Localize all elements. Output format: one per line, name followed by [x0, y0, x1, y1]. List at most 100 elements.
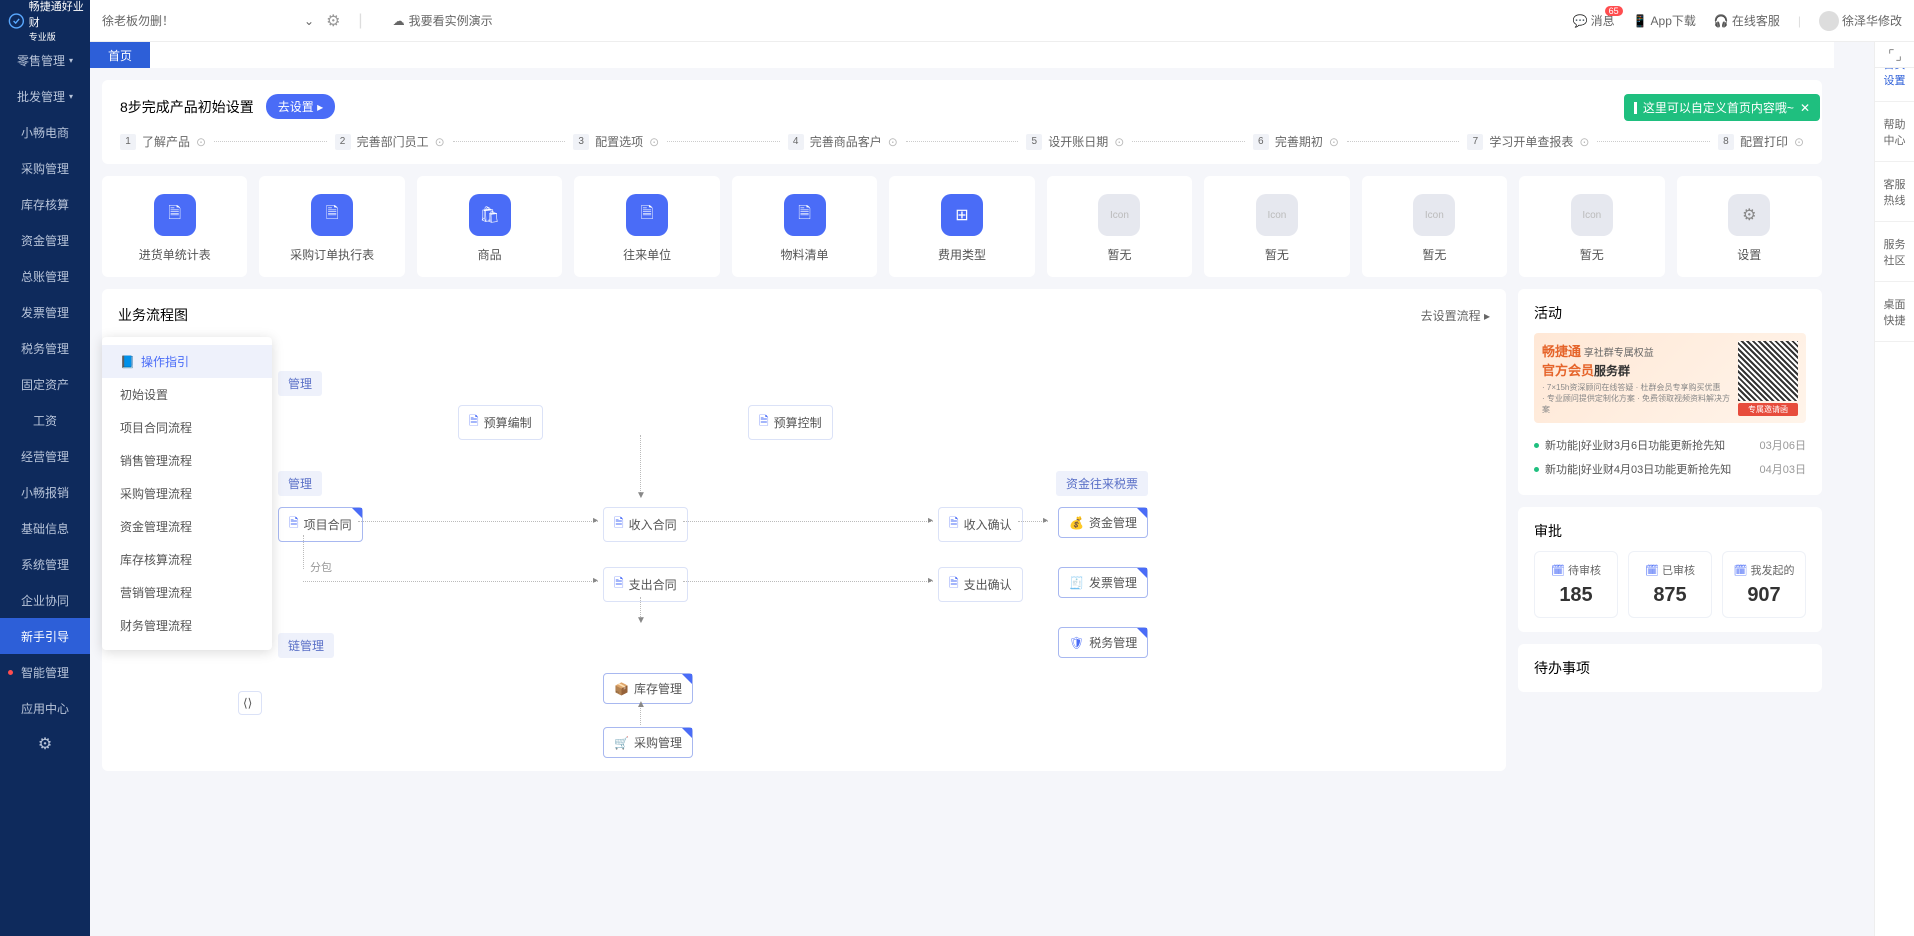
sidebar-item[interactable]: 系统管理: [0, 546, 90, 582]
go-setup-button[interactable]: 去设置 ▸: [266, 94, 335, 119]
setup-step[interactable]: 3配置选项⊙: [573, 133, 659, 150]
shortcut-label: 采购订单执行表: [290, 246, 374, 263]
popup-item[interactable]: 项目合同流程: [102, 411, 272, 444]
flow-node-budget-make[interactable]: 🗎预算编制: [458, 405, 543, 440]
step-number: 3: [573, 134, 589, 150]
shortcut-card[interactable]: ⊞费用类型: [889, 176, 1034, 277]
sidebar-label: 企业协同: [21, 592, 69, 609]
shortcut-card[interactable]: ⚙设置: [1677, 176, 1822, 277]
sidebar-item[interactable]: 零售管理▾: [0, 42, 90, 78]
shortcut-card[interactable]: Icon暂无: [1047, 176, 1192, 277]
setup-step[interactable]: 2完善部门员工⊙: [335, 133, 445, 150]
shortcut-card[interactable]: 🗎往来单位: [574, 176, 719, 277]
sidebar-label: 发票管理: [21, 304, 69, 321]
sidebar-item[interactable]: 资金管理: [0, 222, 90, 258]
gear-icon[interactable]: ⚙: [326, 11, 340, 31]
shortcut-card[interactable]: Icon暂无: [1204, 176, 1349, 277]
messages-button[interactable]: 💬 消息 65: [1573, 12, 1615, 29]
flow-settings-link[interactable]: 去设置流程 ▸: [1421, 307, 1490, 324]
shortcut-card[interactable]: 🗎采购订单执行表: [259, 176, 404, 277]
setup-step[interactable]: 1了解产品⊙: [120, 133, 206, 150]
sidebar-item[interactable]: 基础信息: [0, 510, 90, 546]
shortcut-card[interactable]: Icon暂无: [1519, 176, 1664, 277]
setup-step[interactable]: 6完善期初⊙: [1253, 133, 1339, 150]
flow-node-stock[interactable]: 📦库存管理: [603, 673, 693, 704]
shortcut-card[interactable]: 🗎物料清单: [732, 176, 877, 277]
news-item[interactable]: 新功能|好业财3月6日功能更新抢先知03月06日: [1534, 433, 1806, 457]
play-icon: ⊙: [1794, 135, 1804, 149]
sidebar-item[interactable]: 税务管理: [0, 330, 90, 366]
guide-icon: 📘: [120, 355, 135, 369]
popup-item[interactable]: 初始设置: [102, 378, 272, 411]
empty-icon: Icon: [1571, 194, 1613, 236]
sidebar: 零售管理▾批发管理▾小畅电商采购管理库存核算资金管理总账管理发票管理税务管理固定…: [0, 42, 90, 936]
flow-diagram: 管理 🗎预算编制 🗎预算控制 ▼ 管理 资金往来税票 🗎项目合同 ▸ 🗎收入合同…: [118, 335, 1490, 755]
shortcut-card[interactable]: 🗎进货单统计表: [102, 176, 247, 277]
tab-home[interactable]: 首页: [90, 42, 150, 68]
sidebar-item[interactable]: 批发管理▾: [0, 78, 90, 114]
news-item[interactable]: 新功能|好业财4月03日功能更新抢先知04月03日: [1534, 457, 1806, 481]
sidebar-item[interactable]: 固定资产: [0, 366, 90, 402]
flow-node-expend-confirm[interactable]: 🗎支出确认: [938, 567, 1023, 602]
approval-card[interactable]: 🗓待审核185: [1534, 551, 1618, 618]
popup-item[interactable]: 资金管理流程: [102, 510, 272, 543]
approval-card[interactable]: 🗓我发起的907: [1722, 551, 1806, 618]
rail-item[interactable]: 帮助中心: [1875, 102, 1914, 162]
flow-node-expend-contract[interactable]: 🗎支出合同: [603, 567, 688, 602]
close-icon[interactable]: ✕: [1800, 101, 1810, 115]
popup-item[interactable]: 销售管理流程: [102, 444, 272, 477]
sidebar-item[interactable]: 总账管理: [0, 258, 90, 294]
sidebar-item[interactable]: 新手引导: [0, 618, 90, 654]
play-icon: ⊙: [196, 135, 206, 149]
sidebar-settings-icon[interactable]: ⚙: [0, 726, 90, 762]
popup-item[interactable]: 库存核算流程: [102, 543, 272, 576]
sidebar-item[interactable]: 经营管理: [0, 438, 90, 474]
customize-tip[interactable]: 这里可以自定义首页内容哦~ ✕: [1624, 94, 1820, 121]
sidebar-item[interactable]: 工资: [0, 402, 90, 438]
shortcut-label: 进货单统计表: [139, 246, 211, 263]
setup-step[interactable]: 4完善商品客户⊙: [788, 133, 898, 150]
flow-collapse[interactable]: ⟨⟩: [238, 691, 262, 715]
popup-item[interactable]: 采购管理流程: [102, 477, 272, 510]
step-label: 配置打印: [1740, 133, 1788, 150]
flow-node-purchase[interactable]: 🛒采购管理: [603, 727, 693, 758]
user-menu[interactable]: 徐泽华修改: [1819, 11, 1902, 31]
sidebar-item[interactable]: 库存核算: [0, 186, 90, 222]
setup-step[interactable]: 7学习开单查报表⊙: [1467, 133, 1589, 150]
shortcut-card[interactable]: Icon暂无: [1362, 176, 1507, 277]
rail-item[interactable]: 服务社区: [1875, 222, 1914, 282]
subcontract-label: 分包: [310, 559, 332, 575]
shortcut-card[interactable]: 🛍商品: [417, 176, 562, 277]
tenant-selector[interactable]: 徐老板勿删！ ⌄: [102, 12, 314, 29]
setup-step[interactable]: 8配置打印⊙: [1718, 133, 1804, 150]
flow-node-project-contract[interactable]: 🗎项目合同: [278, 507, 363, 542]
sidebar-item[interactable]: 应用中心: [0, 690, 90, 726]
sidebar-label: 系统管理: [21, 556, 69, 573]
sidebar-item[interactable]: 采购管理: [0, 150, 90, 186]
popup-item[interactable]: 📘操作指引: [102, 345, 272, 378]
activity-banner[interactable]: 畅捷通 享社群专属权益 官方会员服务群 · 7×15h资深顾问在线答疑 · 杜群…: [1534, 333, 1806, 423]
customer-service-button[interactable]: 🎧 在线客服: [1714, 12, 1780, 29]
sidebar-item[interactable]: 小畅电商: [0, 114, 90, 150]
flow-node-tax[interactable]: 🛡税务管理: [1058, 627, 1148, 658]
popup-item[interactable]: 财务管理流程: [102, 609, 272, 642]
flow-node-fund[interactable]: 💰资金管理: [1058, 507, 1148, 538]
flow-node-budget-control[interactable]: 🗎预算控制: [748, 405, 833, 440]
popup-item[interactable]: 营销管理流程: [102, 576, 272, 609]
sidebar-item[interactable]: 智能管理: [0, 654, 90, 690]
flow-node-income-contract[interactable]: 🗎收入合同: [603, 507, 688, 542]
setup-step[interactable]: 5设开账日期⊙: [1026, 133, 1124, 150]
sidebar-item[interactable]: 发票管理: [0, 294, 90, 330]
rail-item[interactable]: 客服热线: [1875, 162, 1914, 222]
demo-link[interactable]: ☁ 我要看实例演示: [393, 12, 493, 29]
approval-card[interactable]: 🗓已审核875: [1628, 551, 1712, 618]
rail-item[interactable]: 桌面快捷: [1875, 282, 1914, 342]
chat-icon: 💬: [1573, 14, 1588, 28]
flow-node-income-confirm[interactable]: 🗎收入确认: [938, 507, 1023, 542]
sidebar-item[interactable]: 企业协同: [0, 582, 90, 618]
flow-node-invoice[interactable]: 🧾发票管理: [1058, 567, 1148, 598]
messages-badge: 65: [1605, 6, 1623, 16]
cart-icon: 🛒: [614, 736, 629, 750]
app-download-button[interactable]: 📱 App下载: [1633, 12, 1696, 29]
sidebar-item[interactable]: 小畅报销: [0, 474, 90, 510]
